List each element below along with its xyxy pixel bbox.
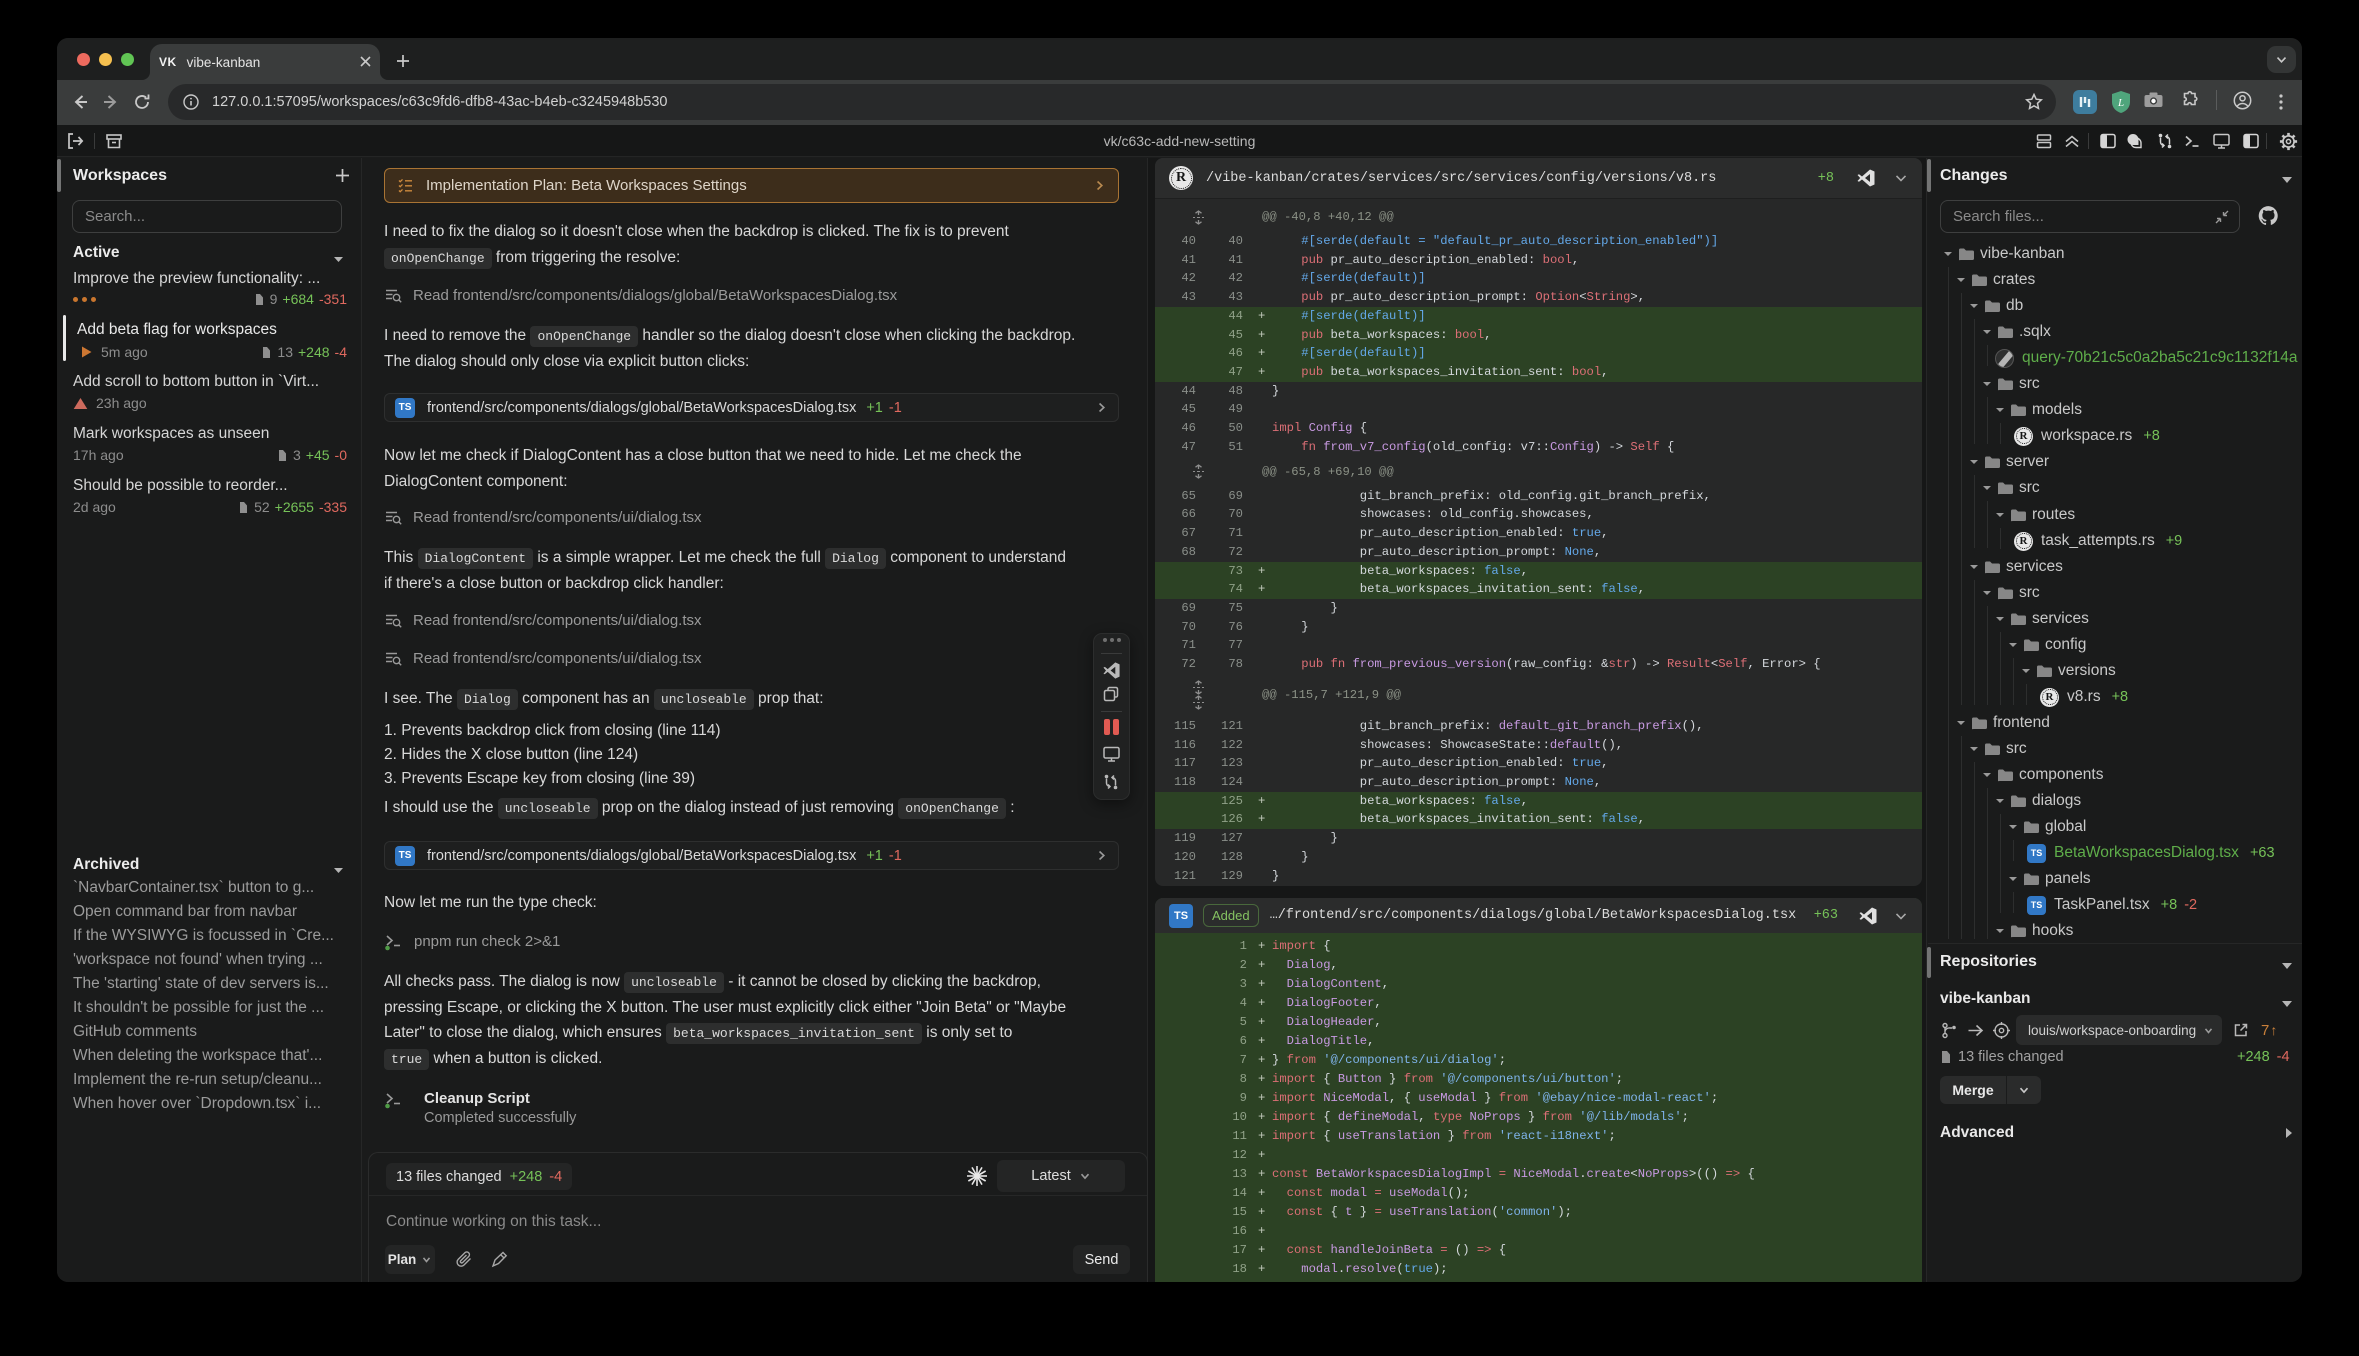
svg-text:L: L bbox=[2117, 97, 2124, 109]
